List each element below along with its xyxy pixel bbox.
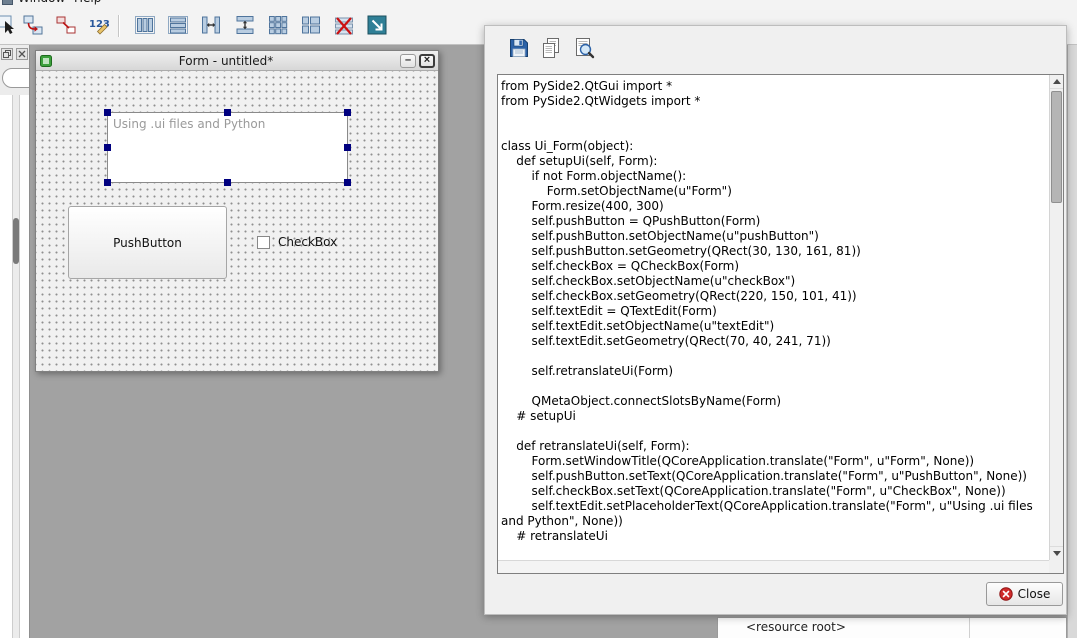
code-text[interactable]: from PySide2.QtGui import * from PySide2… [498, 75, 1049, 560]
adjust-size-icon[interactable] [364, 12, 390, 38]
layout-splitter-vertical-icon[interactable] [232, 12, 258, 38]
view-code-dialog: from PySide2.QtGui import * from PySide2… [484, 25, 1067, 615]
edit-tab-order-tool-icon[interactable]: 123 [86, 12, 112, 38]
layout-form-icon[interactable] [298, 12, 324, 38]
close-circle-icon [999, 587, 1013, 601]
find-icon[interactable] [570, 34, 598, 62]
selection-handle[interactable] [104, 109, 111, 116]
svg-text:123: 123 [89, 19, 110, 30]
layout-grid-icon[interactable] [265, 12, 291, 38]
checkbox-widget[interactable]: CheckBox [257, 235, 337, 249]
menu-window[interactable]: Window [18, 0, 65, 5]
scrollbar-corner [1049, 560, 1063, 573]
widget-box-scrollbar[interactable] [12, 95, 20, 638]
dock-float-icon[interactable] [1, 48, 13, 60]
scrollbar-thumb[interactable] [1051, 91, 1062, 203]
code-horizontal-scrollbar[interactable] [498, 560, 1049, 573]
app-icon [2, 0, 13, 5]
selection-handle[interactable] [104, 144, 111, 151]
toolbar-separator [118, 15, 120, 37]
dock-header [1, 48, 28, 60]
minimize-button[interactable]: – [400, 54, 416, 68]
close-button-label: Close [1018, 587, 1051, 601]
widget-filter-input[interactable] [2, 68, 30, 88]
scroll-down-icon[interactable] [1050, 546, 1063, 560]
form-titlebar[interactable]: Form - untitled* – × [36, 51, 438, 71]
edit-signals-slots-tool-icon[interactable] [20, 12, 46, 38]
save-icon[interactable] [505, 34, 533, 62]
checkbox-box[interactable] [257, 236, 270, 249]
form-editor-window: Form - untitled* – × Using .ui files and… [35, 50, 439, 372]
checkbox-label: CheckBox [278, 235, 337, 249]
form-canvas[interactable]: Using .ui files and Python PushButton Ch… [36, 71, 438, 371]
layout-splitter-horizontal-icon[interactable] [198, 12, 224, 38]
menu-help[interactable]: Help [74, 0, 101, 5]
qt-designer-app: Window Help [0, 0, 1077, 638]
code-vertical-scrollbar[interactable] [1049, 75, 1063, 560]
dock-close-icon[interactable] [16, 48, 28, 60]
form-window-title: Form - untitled* [52, 54, 400, 68]
widget-box-panel [0, 45, 30, 638]
textedit-widget[interactable]: Using .ui files and Python [107, 112, 348, 183]
edit-widgets-tool-icon[interactable] [0, 12, 20, 38]
pushbutton-widget[interactable]: PushButton [68, 206, 227, 279]
layout-horizontal-icon[interactable] [132, 12, 158, 38]
textedit-placeholder: Using .ui files and Python [113, 117, 265, 131]
dialog-close-button[interactable]: Close [986, 582, 1063, 606]
selection-handle[interactable] [344, 179, 351, 186]
selection-handle[interactable] [344, 109, 351, 116]
layout-vertical-icon[interactable] [165, 12, 191, 38]
selection-handle[interactable] [224, 109, 231, 116]
scroll-up-icon[interactable] [1050, 75, 1063, 89]
right-dock-edge [1067, 0, 1077, 638]
edit-buddies-tool-icon[interactable] [53, 12, 79, 38]
resource-root-item[interactable]: <resource root> [746, 618, 846, 637]
widget-box-list[interactable] [0, 95, 30, 638]
close-button[interactable]: × [419, 54, 435, 68]
resource-browser-panel: <resource root> [717, 617, 1067, 638]
form-window-icon [40, 55, 52, 67]
resource-column-divider [969, 618, 970, 638]
selection-handle[interactable] [224, 179, 231, 186]
copy-icon[interactable] [537, 34, 565, 62]
selection-handle[interactable] [344, 144, 351, 151]
selection-handle[interactable] [104, 179, 111, 186]
break-layout-icon[interactable] [331, 12, 357, 38]
widget-box-scrollbar-thumb[interactable] [13, 218, 19, 264]
code-view[interactable]: from PySide2.QtGui import * from PySide2… [497, 74, 1064, 574]
